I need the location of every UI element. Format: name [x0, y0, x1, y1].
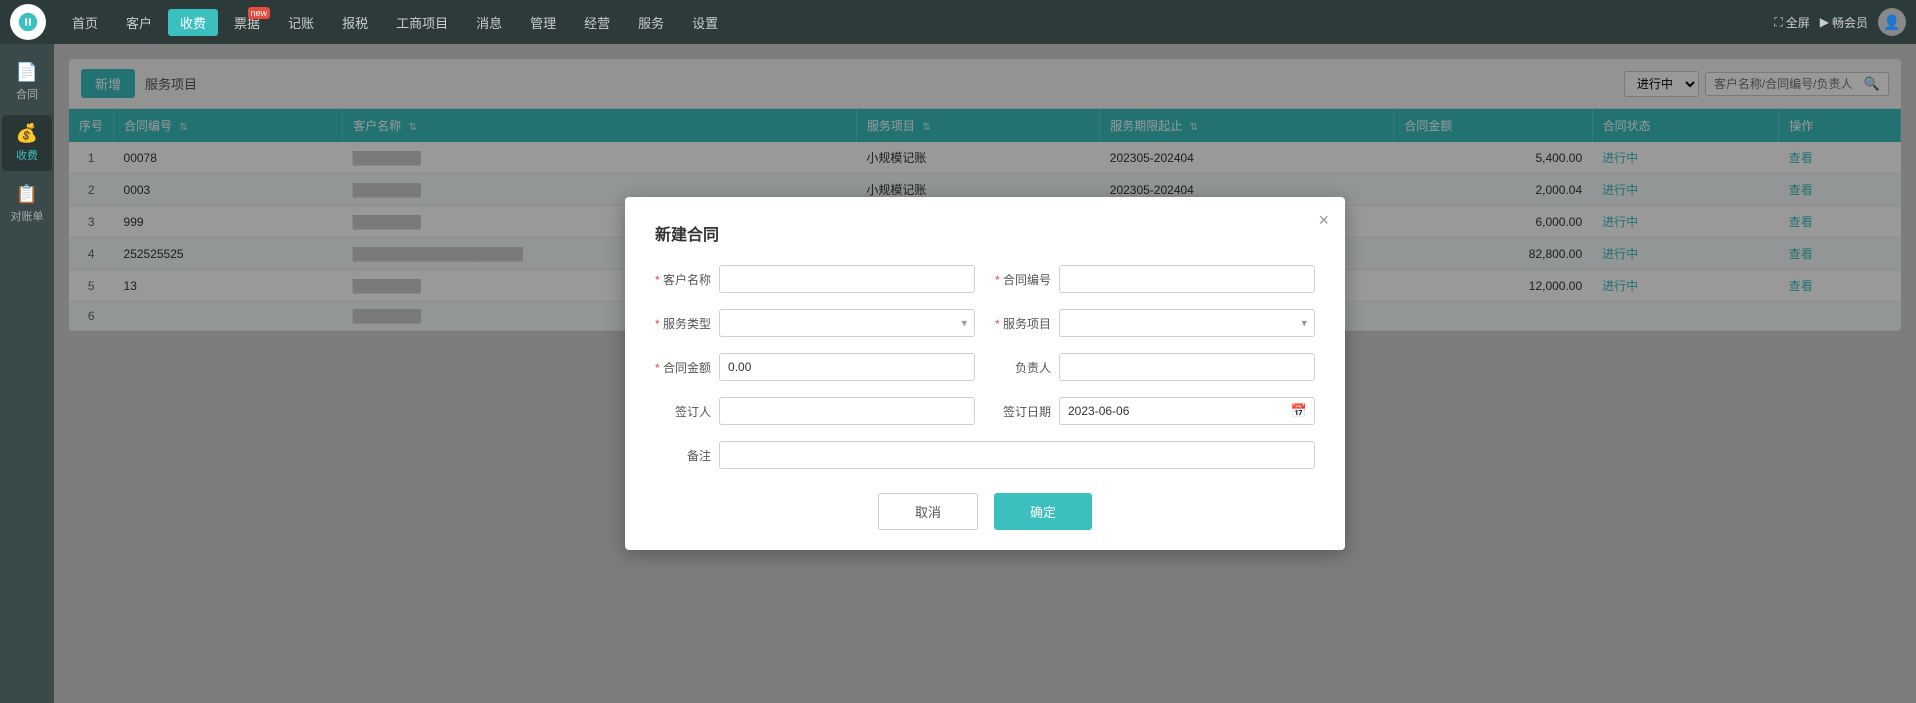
- fullscreen-icon: ⛶: [1774, 15, 1782, 30]
- contract-amount-label: 合同金额: [655, 359, 711, 376]
- service-type-select[interactable]: [719, 309, 975, 337]
- service-item-select-wrapper: [1059, 309, 1315, 337]
- billing-icon: 💰: [16, 123, 38, 144]
- field-contract-amount: 合同金额: [655, 353, 975, 381]
- sign-date-input[interactable]: [1059, 397, 1315, 425]
- responsible-label: 负责人: [995, 359, 1051, 376]
- modal-close-button[interactable]: ×: [1318, 211, 1329, 229]
- nav-manage[interactable]: 管理: [518, 9, 568, 36]
- contract-icon: 📄: [16, 62, 38, 83]
- avatar-icon: 👤: [1883, 14, 1900, 31]
- new-badge: new: [248, 7, 271, 19]
- nav-right: ⛶ 全屏 ▶ 畅会员 👤: [1774, 8, 1906, 36]
- field-service-type: 服务类型: [655, 309, 975, 337]
- top-nav: 首页 客户 收费 票据 new 记账 报税 工商项目 消息 管理 经营 服务 设…: [0, 0, 1916, 44]
- remark-input[interactable]: [719, 441, 1315, 469]
- nav-operation[interactable]: 经营: [572, 9, 622, 36]
- nav-invoice[interactable]: 票据 new: [222, 9, 272, 36]
- avatar[interactable]: 👤: [1878, 8, 1906, 36]
- field-customer-name: 客户名称: [655, 265, 975, 293]
- sidebar: 📄 合同 💰 收费 📋 对账单: [0, 44, 54, 703]
- nav-customer[interactable]: 客户: [114, 9, 164, 36]
- contract-amount-input[interactable]: [719, 353, 975, 381]
- content-area: 新增 服务项目 进行中 已完成 已取消 🔍: [54, 44, 1916, 703]
- field-signer: 签订人: [655, 397, 975, 425]
- nav-billing[interactable]: 收费: [168, 9, 218, 36]
- service-item-label: 服务项目: [995, 315, 1051, 332]
- remark-label: 备注: [655, 447, 711, 464]
- field-remark: 备注: [655, 441, 1315, 469]
- sidebar-item-billing[interactable]: 💰 收费: [2, 115, 52, 171]
- service-type-select-wrapper: [719, 309, 975, 337]
- field-sign-date: 签订日期: [995, 397, 1315, 425]
- field-service-item: 服务项目: [995, 309, 1315, 337]
- sign-date-label: 签订日期: [995, 403, 1051, 420]
- main-layout: 📄 合同 💰 收费 📋 对账单 新增 服务项目 进行中 已完成 已取消: [0, 44, 1916, 703]
- nav-service[interactable]: 服务: [626, 9, 676, 36]
- member-button[interactable]: ▶ 畅会员: [1820, 14, 1868, 31]
- field-contract-no: 合同编号: [995, 265, 1315, 293]
- fullscreen-button[interactable]: ⛶ 全屏: [1774, 14, 1809, 31]
- field-responsible: 负责人: [995, 353, 1315, 381]
- nav-message[interactable]: 消息: [464, 9, 514, 36]
- contract-no-input[interactable]: [1059, 265, 1315, 293]
- statement-icon: 📋: [16, 184, 38, 205]
- sign-date-wrapper: [1059, 397, 1315, 425]
- modal-title: 新建合同: [655, 221, 1315, 245]
- responsible-input[interactable]: [1059, 353, 1315, 381]
- service-item-select[interactable]: [1059, 309, 1315, 337]
- service-type-label: 服务类型: [655, 315, 711, 332]
- nav-items: 首页 客户 收费 票据 new 记账 报税 工商项目 消息 管理 经营 服务 设…: [60, 9, 1774, 36]
- nav-settings[interactable]: 设置: [680, 9, 730, 36]
- form-grid: 客户名称 合同编号 服务类型: [655, 265, 1315, 469]
- nav-commerce[interactable]: 工商项目: [384, 9, 460, 36]
- signer-input[interactable]: [719, 397, 975, 425]
- customer-name-input[interactable]: [719, 265, 975, 293]
- logo: [10, 4, 46, 40]
- nav-home[interactable]: 首页: [60, 9, 110, 36]
- modal-footer: 取消 确定: [655, 493, 1315, 530]
- nav-tax[interactable]: 报税: [330, 9, 380, 36]
- nav-bookkeeping[interactable]: 记账: [276, 9, 326, 36]
- modal-dialog: 新建合同 × 客户名称 合同编号 服务类型: [625, 197, 1345, 550]
- sidebar-item-statement[interactable]: 📋 对账单: [2, 176, 52, 232]
- play-icon: ▶: [1820, 15, 1829, 29]
- confirm-button[interactable]: 确定: [994, 493, 1092, 530]
- modal-overlay: 新建合同 × 客户名称 合同编号 服务类型: [54, 44, 1916, 703]
- customer-name-label: 客户名称: [655, 271, 711, 288]
- sidebar-item-contract[interactable]: 📄 合同: [2, 54, 52, 110]
- contract-no-label: 合同编号: [995, 271, 1051, 288]
- cancel-button[interactable]: 取消: [878, 493, 978, 530]
- signer-label: 签订人: [655, 403, 711, 420]
